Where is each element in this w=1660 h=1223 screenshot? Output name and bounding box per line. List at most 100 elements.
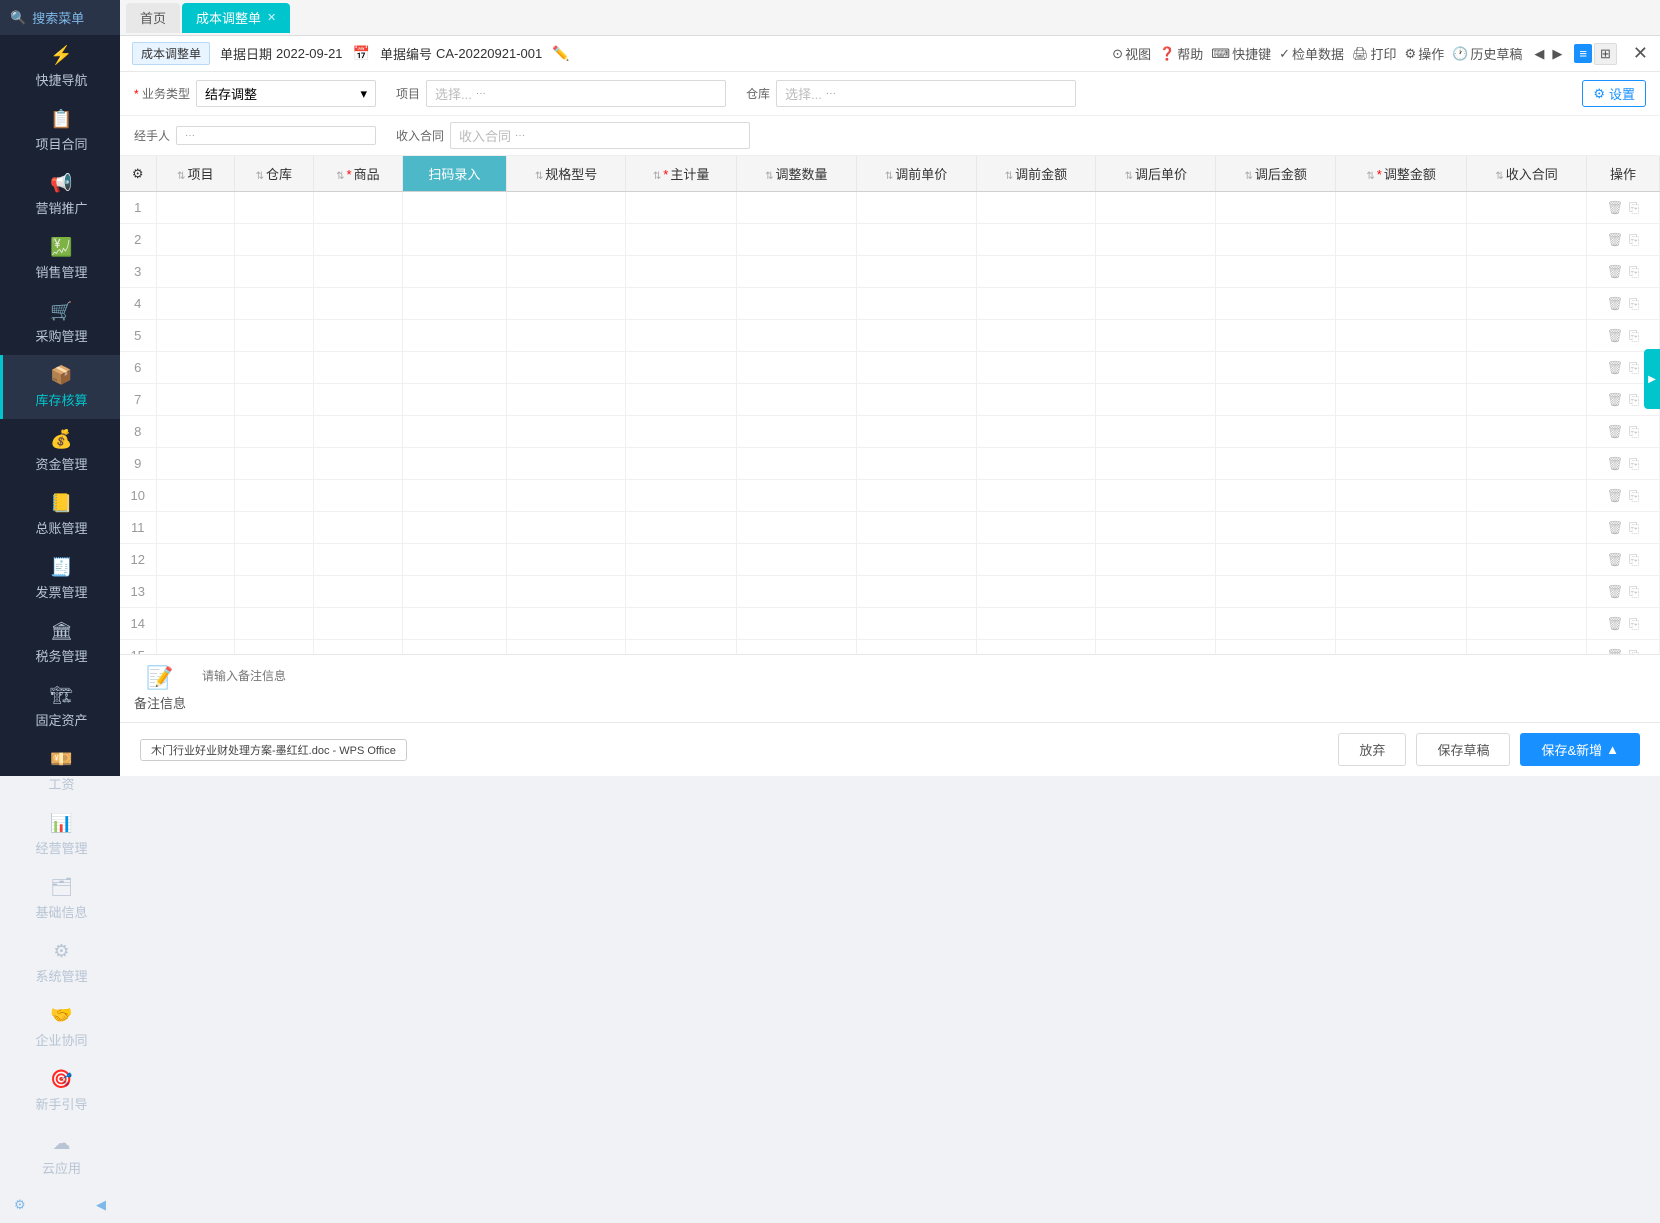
cell-adjust_amount-12[interactable] — [1336, 544, 1467, 576]
sidebar-item-quick-nav[interactable]: ⚡快捷导航 — [0, 35, 120, 99]
shortcut-action[interactable]: ⌨ 快捷键 — [1211, 44, 1271, 63]
cell-post_amount-5[interactable] — [1216, 320, 1336, 352]
sidebar-item-cloud[interactable]: ☁云应用 — [0, 1123, 120, 1187]
cell-goods-10[interactable] — [313, 480, 403, 512]
sidebar-item-inventory[interactable]: 📦库存核算 — [0, 355, 120, 419]
help-action[interactable]: ❓ 帮助 — [1159, 44, 1203, 63]
business-type-field[interactable]: 结存调整 ▾ — [196, 80, 376, 107]
cell-scan-3[interactable] — [403, 256, 506, 288]
copy-icon-12[interactable]: ⎘ — [1629, 552, 1639, 568]
cell-post_price-14[interactable] — [1096, 608, 1216, 640]
cell-adjust_amount-2[interactable] — [1336, 224, 1467, 256]
copy-icon-11[interactable]: ⎘ — [1629, 520, 1639, 536]
view-list[interactable]: ≡ — [1574, 44, 1592, 63]
discard-btn[interactable]: 放弃 — [1338, 733, 1406, 766]
cell-unit-13[interactable] — [626, 576, 736, 608]
cell-pre_price-15[interactable] — [856, 640, 976, 655]
delete-icon-1[interactable]: 🗑 — [1607, 200, 1624, 216]
cell-pre_amount-8[interactable] — [976, 416, 1096, 448]
cell-spec-11[interactable] — [506, 512, 626, 544]
sidebar-item-system[interactable]: ⚙系统管理 — [0, 931, 120, 995]
cell-post_amount-14[interactable] — [1216, 608, 1336, 640]
cell-scan-5[interactable] — [403, 320, 506, 352]
cell-project-14[interactable] — [156, 608, 235, 640]
cell-adjust_amount-14[interactable] — [1336, 608, 1467, 640]
cell-project-12[interactable] — [156, 544, 235, 576]
cell-project-13[interactable] — [156, 576, 235, 608]
cell-warehouse-12[interactable] — [235, 544, 314, 576]
cell-income_contract-11[interactable] — [1467, 512, 1587, 544]
cell-pre_price-14[interactable] — [856, 608, 976, 640]
cell-adjust_amount-13[interactable] — [1336, 576, 1467, 608]
delete-icon-9[interactable]: 🗑 — [1607, 456, 1624, 472]
cell-spec-1[interactable] — [506, 192, 626, 224]
cell-goods-5[interactable] — [313, 320, 403, 352]
cell-pre_amount-4[interactable] — [976, 288, 1096, 320]
cell-adjust_amount-5[interactable] — [1336, 320, 1467, 352]
cell-goods-9[interactable] — [313, 448, 403, 480]
cell-post_amount-2[interactable] — [1216, 224, 1336, 256]
cell-spec-5[interactable] — [506, 320, 626, 352]
cell-project-2[interactable] — [156, 224, 235, 256]
delete-icon-5[interactable]: 🗑 — [1607, 328, 1624, 344]
save-draft-btn[interactable]: 保存草稿 — [1416, 733, 1510, 766]
cell-pre_price-3[interactable] — [856, 256, 976, 288]
cell-income_contract-3[interactable] — [1467, 256, 1587, 288]
cell-pre_amount-3[interactable] — [976, 256, 1096, 288]
cell-unit-10[interactable] — [626, 480, 736, 512]
cell-adjust_qty-8[interactable] — [736, 416, 856, 448]
operations-action[interactable]: ⚙ 操作 — [1405, 44, 1445, 63]
delete-icon-2[interactable]: 🗑 — [1607, 232, 1624, 248]
sidebar-item-project-contract[interactable]: 📋项目合同 — [0, 99, 120, 163]
cell-pre_price-7[interactable] — [856, 384, 976, 416]
cell-pre_amount-7[interactable] — [976, 384, 1096, 416]
delete-icon-14[interactable]: 🗑 — [1607, 616, 1624, 632]
cell-pre_amount-11[interactable] — [976, 512, 1096, 544]
view-grid[interactable]: ⊞ — [1594, 43, 1617, 65]
cell-unit-14[interactable] — [626, 608, 736, 640]
cell-pre_price-8[interactable] — [856, 416, 976, 448]
cell-adjust_amount-10[interactable] — [1336, 480, 1467, 512]
cell-scan-8[interactable] — [403, 416, 506, 448]
cell-project-3[interactable] — [156, 256, 235, 288]
cell-goods-15[interactable] — [313, 640, 403, 655]
check-action[interactable]: ✓ 检单数据 — [1279, 44, 1344, 63]
cell-income_contract-2[interactable] — [1467, 224, 1587, 256]
cell-post_amount-3[interactable] — [1216, 256, 1336, 288]
cell-pre_price-12[interactable] — [856, 544, 976, 576]
cell-spec-7[interactable] — [506, 384, 626, 416]
cell-adjust_qty-5[interactable] — [736, 320, 856, 352]
cell-pre_amount-1[interactable] — [976, 192, 1096, 224]
cell-adjust_amount-1[interactable] — [1336, 192, 1467, 224]
sidebar-item-newbie[interactable]: 🎯新手引导 — [0, 1059, 120, 1123]
cell-pre_amount-15[interactable] — [976, 640, 1096, 655]
sidebar-item-purchase[interactable]: 🛒采购管理 — [0, 291, 120, 355]
sidebar-search[interactable]: 🔍 搜索菜单 — [0, 0, 120, 35]
cell-adjust_qty-1[interactable] — [736, 192, 856, 224]
cell-post_amount-8[interactable] — [1216, 416, 1336, 448]
cell-warehouse-11[interactable] — [235, 512, 314, 544]
cell-warehouse-3[interactable] — [235, 256, 314, 288]
cell-warehouse-10[interactable] — [235, 480, 314, 512]
cell-scan-11[interactable] — [403, 512, 506, 544]
cell-post_amount-9[interactable] — [1216, 448, 1336, 480]
history-action[interactable]: 🕐 历史草稿 — [1452, 44, 1522, 63]
cell-goods-6[interactable] — [313, 352, 403, 384]
cell-goods-12[interactable] — [313, 544, 403, 576]
cell-post_amount-1[interactable] — [1216, 192, 1336, 224]
cell-post_amount-15[interactable] — [1216, 640, 1336, 655]
cell-warehouse-5[interactable] — [235, 320, 314, 352]
warehouse-field[interactable]: 选择... ··· — [776, 80, 1076, 107]
cell-unit-6[interactable] — [626, 352, 736, 384]
cell-project-6[interactable] — [156, 352, 235, 384]
cell-spec-4[interactable] — [506, 288, 626, 320]
income-contract-dots[interactable]: ··· — [515, 130, 525, 141]
cell-income_contract-10[interactable] — [1467, 480, 1587, 512]
cell-project-11[interactable] — [156, 512, 235, 544]
sidebar-item-marketing[interactable]: 📢营销推广 — [0, 163, 120, 227]
copy-icon-13[interactable]: ⎘ — [1629, 584, 1639, 600]
cell-unit-7[interactable] — [626, 384, 736, 416]
cell-post_price-6[interactable] — [1096, 352, 1216, 384]
cell-post_amount-11[interactable] — [1216, 512, 1336, 544]
cell-income_contract-15[interactable] — [1467, 640, 1587, 655]
